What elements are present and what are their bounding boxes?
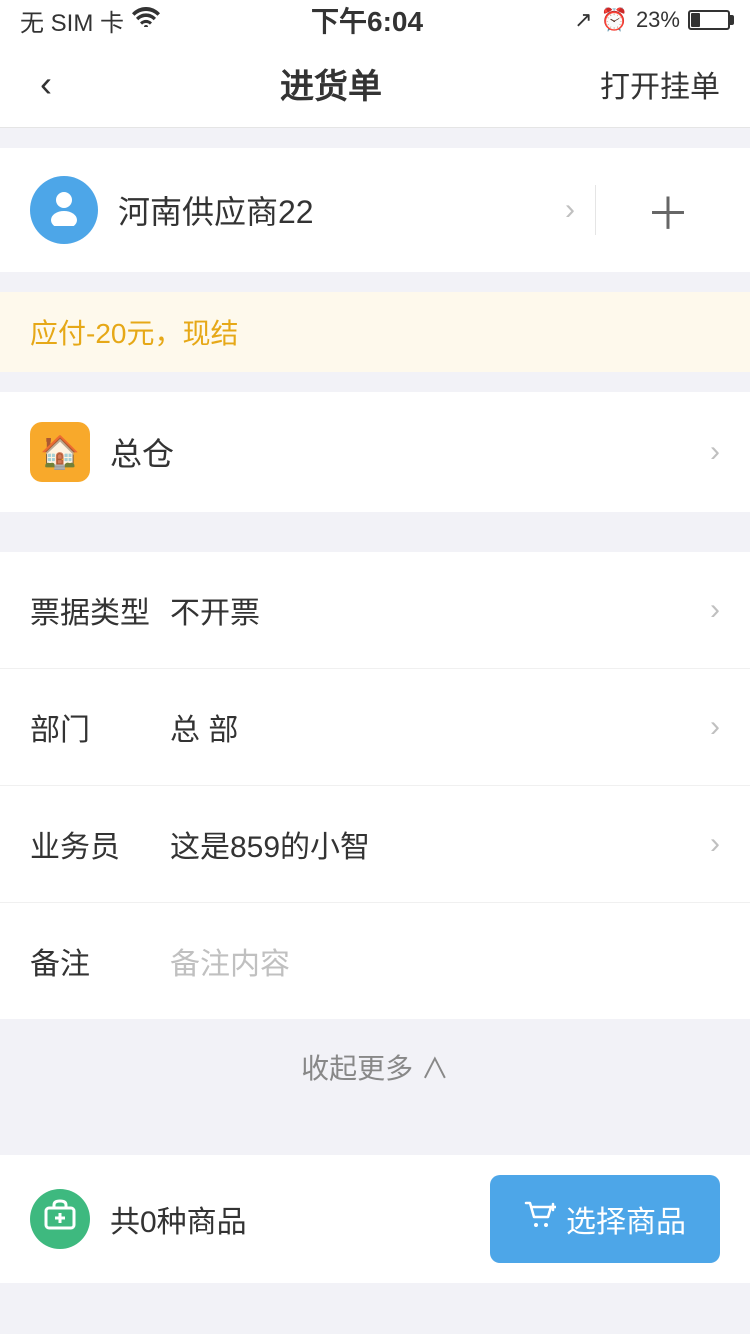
supplier-card: 河南供应商22 › ＋ [0,148,750,272]
sim-label: 无 SIM 卡 [20,3,124,38]
status-left: 无 SIM 卡 [20,3,160,38]
collapse-button[interactable]: 收起更多 ∧ [0,1019,750,1115]
department-row[interactable]: 部门 总 部 › [0,669,750,786]
nav-bar: ‹ 进货单 打开挂单 [0,40,750,128]
department-chevron-icon: › [710,710,720,744]
location-icon: ↗ [574,7,592,33]
status-right: ↗ ⏰ 23% [574,7,730,33]
person-icon [44,186,84,235]
invoice-type-chevron-icon: › [710,593,720,627]
alarm-icon: ⏰ [601,7,628,33]
salesperson-chevron-icon: › [710,827,720,861]
separator2 [0,1115,750,1135]
back-button[interactable]: ‹ [30,53,62,115]
notice-banner: 应付-20元，现结 [0,292,750,372]
department-label: 部门 [30,705,150,749]
warehouse-card: 🏠 总仓 › [0,392,750,512]
battery-percent: 23% [636,7,680,33]
product-icon [42,1198,78,1241]
select-product-button[interactable]: 选择商品 [490,1175,720,1263]
status-bar: 无 SIM 卡 下午6:04 ↗ ⏰ 23% [0,0,750,40]
open-pending-button[interactable]: 打开挂单 [600,62,720,106]
product-icon-wrap [30,1189,90,1249]
supplier-row[interactable]: 河南供应商22 › ＋ [0,148,750,272]
wifi-icon [132,6,160,34]
collapse-label: 收起更多 ∧ [301,1053,449,1084]
salesperson-value: 这是859的小智 [170,822,710,866]
content: 河南供应商22 › ＋ 应付-20元，现结 🏠 总仓 › 票据类型 不开票 › … [0,128,750,1283]
warehouse-label: 总仓 [110,429,710,475]
remark-label: 备注 [30,939,150,983]
remark-value[interactable]: 备注内容 [170,939,720,983]
battery-icon [688,10,730,30]
warehouse-icon: 🏠 [30,422,90,482]
supplier-name: 河南供应商22 [118,187,565,233]
add-button[interactable]: ＋ [616,178,720,242]
warehouse-row[interactable]: 🏠 总仓 › [0,392,750,512]
page-title: 进货单 [280,59,382,108]
vertical-divider [595,185,596,235]
status-time: 下午6:04 [311,0,423,40]
separator [0,532,750,552]
supplier-avatar [30,176,98,244]
warehouse-chevron-icon: › [710,435,720,469]
bottom-bar: 共0种商品 选择商品 [0,1155,750,1283]
cart-add-icon [524,1201,556,1237]
house-icon: 🏠 [40,433,80,471]
notice-text: 应付-20元，现结 [30,318,238,349]
invoice-type-row[interactable]: 票据类型 不开票 › [0,552,750,669]
invoice-type-value: 不开票 [170,588,710,632]
select-product-label: 选择商品 [566,1197,686,1241]
supplier-chevron-icon: › [565,193,575,227]
invoice-type-label: 票据类型 [30,588,150,632]
salesperson-row[interactable]: 业务员 这是859的小智 › [0,786,750,903]
salesperson-label: 业务员 [30,822,150,866]
product-count: 共0种商品 [110,1197,470,1241]
department-value: 总 部 [170,705,710,749]
fields-card: 票据类型 不开票 › 部门 总 部 › 业务员 这是859的小智 › 备注 备注… [0,552,750,1019]
remark-row[interactable]: 备注 备注内容 [0,903,750,1019]
